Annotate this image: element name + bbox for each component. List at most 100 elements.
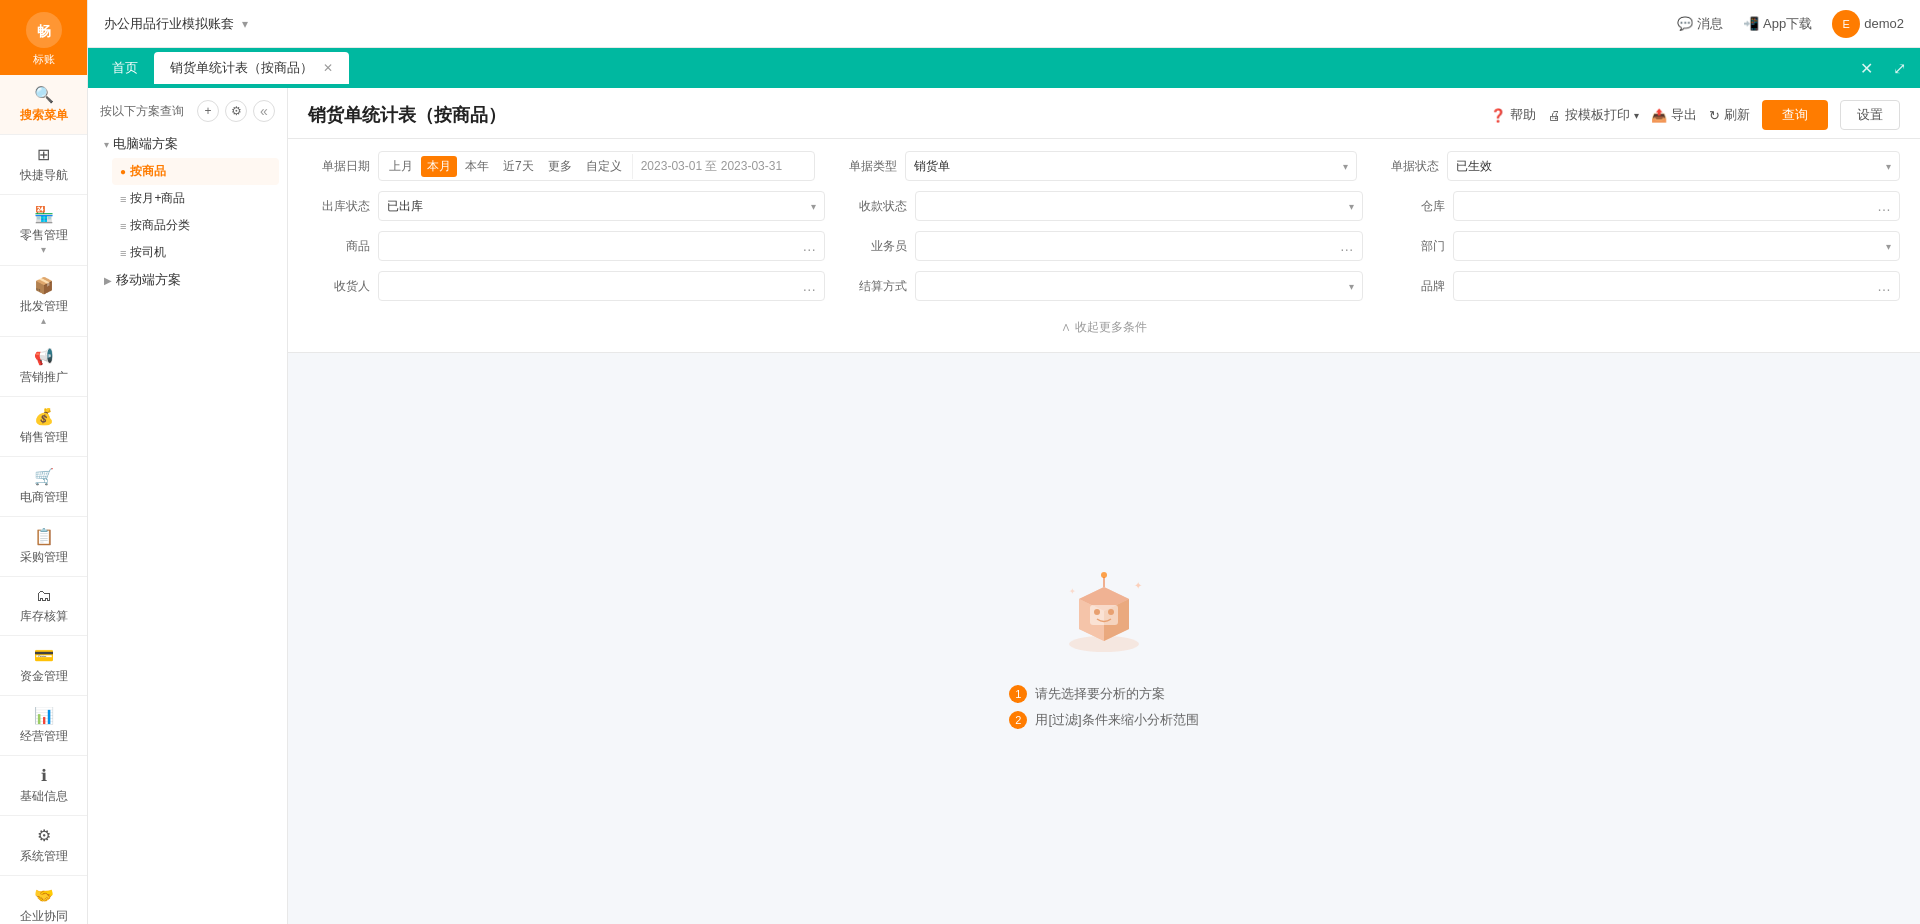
doc-status-arrow-icon: ▾ — [1886, 161, 1891, 172]
tree-section-pc[interactable]: ▾ 电脑端方案 — [96, 130, 279, 158]
tree-item-by-category[interactable]: ≡ 按商品分类 — [112, 212, 279, 239]
goods-dots-icon[interactable]: … — [802, 238, 816, 254]
settings-btn[interactable]: 设置 — [1840, 100, 1900, 130]
tree-section-mobile[interactable]: ▶ 移动端方案 — [96, 266, 279, 294]
sidebar-item-sales[interactable]: 💰 销售管理 — [0, 397, 87, 457]
goods-filter[interactable]: … — [378, 231, 825, 261]
sidebar-item-ecommerce[interactable]: 🛒 电商管理 — [0, 457, 87, 517]
receiver-filter[interactable]: … — [378, 271, 825, 301]
tree-item-by-category-label: 按商品分类 — [130, 217, 190, 234]
tree-item-by-driver[interactable]: ≡ 按司机 — [112, 239, 279, 266]
sidebar-item-cooperation[interactable]: 🤝 企业协同 — [0, 876, 87, 924]
sidebar-item-finance-label: 资金管理 — [20, 668, 68, 685]
tab-close-all-btn[interactable]: ✕ — [1854, 57, 1879, 80]
collapse-filter-btn[interactable]: ∧ 收起更多条件 — [1061, 319, 1146, 336]
workspace-arrow[interactable]: ▾ — [242, 17, 248, 31]
sidebar-item-retail[interactable]: 🏪 零售管理 ▾ — [0, 195, 87, 266]
date-tab-custom[interactable]: 自定义 — [580, 156, 628, 177]
sidebar-item-search[interactable]: 🔍 搜索菜单 — [0, 75, 87, 135]
sidebar-item-system-label: 系统管理 — [20, 848, 68, 865]
sidebar-item-wholesale[interactable]: 📦 批发管理 ▴ — [0, 266, 87, 337]
sidebar-item-system[interactable]: ⚙ 系统管理 — [0, 816, 87, 876]
doc-type-filter[interactable]: 销货单 ▾ — [905, 151, 1358, 181]
brand-filter[interactable]: … — [1453, 271, 1900, 301]
print-btn[interactable]: 🖨 按模板打印 ▾ — [1548, 106, 1639, 124]
payment-status-label: 收款状态 — [845, 198, 915, 215]
sidebar-item-operation[interactable]: 📊 经营管理 — [0, 696, 87, 756]
brand-label: 品牌 — [1383, 278, 1453, 295]
tree-item-by-month-goods[interactable]: ≡ 按月+商品 — [112, 185, 279, 212]
sidebar-logo-text: 标账 — [33, 52, 55, 67]
dept-filter[interactable]: ▾ — [1453, 231, 1900, 261]
receiver-dots-icon[interactable]: … — [802, 278, 816, 294]
tree-section-mobile-label: 移动端方案 — [116, 271, 181, 289]
left-panel: 按以下方案查询 + ⚙ « ▾ 电脑端方案 ● 按商品 ≡ — [88, 88, 288, 924]
refresh-icon: ↻ — [1709, 108, 1720, 123]
date-tab-last-month[interactable]: 上月 — [383, 156, 419, 177]
sidebar-item-cooperation-label: 企业协同 — [20, 908, 68, 924]
purchase-icon: 📋 — [34, 527, 54, 546]
out-status-filter[interactable]: 已出库 ▾ — [378, 191, 825, 221]
add-scheme-btn[interactable]: + — [197, 100, 219, 122]
help-btn[interactable]: ❓ 帮助 — [1490, 106, 1536, 124]
empty-tips: 1 请先选择要分析的方案 2 用[过滤]条件来缩小分析范围 — [1009, 685, 1198, 729]
svg-text:畅: 畅 — [37, 23, 51, 39]
salesman-filter[interactable]: … — [915, 231, 1362, 261]
tab-home[interactable]: 首页 — [96, 52, 154, 84]
settings-scheme-btn[interactable]: ⚙ — [225, 100, 247, 122]
refresh-btn[interactable]: ↻ 刷新 — [1709, 106, 1750, 124]
app-download-btn[interactable]: 📲 App下载 — [1743, 15, 1812, 33]
sidebar-item-marketing[interactable]: 📢 营销推广 — [0, 337, 87, 397]
user-profile[interactable]: E demo2 — [1832, 10, 1904, 38]
user-name: demo2 — [1864, 16, 1904, 31]
cooperation-icon: 🤝 — [34, 886, 54, 905]
date-filter[interactable]: 上月 本月 本年 近7天 更多 自定义 2023-03-01 至 2023-03… — [378, 151, 815, 181]
tab-report-label: 销货单统计表（按商品） — [170, 59, 313, 77]
payment-method-arrow-icon: ▾ — [1349, 281, 1354, 292]
message-btn[interactable]: 💬 消息 — [1677, 15, 1723, 33]
collapse-panel-btn[interactable]: « — [253, 100, 275, 122]
sidebar-item-basic[interactable]: ℹ 基础信息 — [0, 756, 87, 816]
print-label: 按模板打印 — [1565, 106, 1630, 124]
filter-row-2: 出库状态 已出库 ▾ 收款状态 ▾ 仓库 … — [308, 191, 1900, 221]
sidebar-item-wholesale-label: 批发管理 — [20, 298, 68, 315]
brand-dots-icon[interactable]: … — [1877, 278, 1891, 294]
tree-item-by-goods[interactable]: ● 按商品 — [112, 158, 279, 185]
sidebar-item-finance[interactable]: 💳 资金管理 — [0, 636, 87, 696]
warehouse-dots-icon[interactable]: … — [1877, 198, 1891, 214]
payment-status-filter[interactable]: ▾ — [915, 191, 1362, 221]
tab-close-icon[interactable]: ✕ — [323, 61, 333, 75]
collapse-row: ∧ 收起更多条件 — [308, 311, 1900, 340]
payment-method-filter[interactable]: ▾ — [915, 271, 1362, 301]
right-panel: 销货单统计表（按商品） ❓ 帮助 🖨 按模板打印 ▾ 📤 导出 — [288, 88, 1920, 924]
workspace-name[interactable]: 办公用品行业模拟账套 — [104, 15, 234, 33]
sidebar-logo[interactable]: 畅 标账 — [0, 0, 87, 75]
warehouse-filter[interactable]: … — [1453, 191, 1900, 221]
sidebar-item-nav[interactable]: ⊞ 快捷导航 — [0, 135, 87, 195]
tab-expand-btn[interactable]: ⤢ — [1887, 57, 1912, 80]
tree-item-by-month-goods-label: 按月+商品 — [130, 190, 185, 207]
query-btn[interactable]: 查询 — [1762, 100, 1828, 130]
tree-expand-icon: ▾ — [104, 139, 109, 150]
sidebar-item-purchase[interactable]: 📋 采购管理 — [0, 517, 87, 577]
tree-active-icon: ● — [120, 166, 126, 177]
sidebar-item-operation-label: 经营管理 — [20, 728, 68, 745]
date-tab-more[interactable]: 更多 — [542, 156, 578, 177]
doc-status-filter[interactable]: 已生效 ▾ — [1447, 151, 1900, 181]
tab-home-label: 首页 — [112, 59, 138, 77]
salesman-dots-icon[interactable]: … — [1340, 238, 1354, 254]
tree-children-pc: ● 按商品 ≡ 按月+商品 ≡ 按商品分类 ≡ 按司机 — [96, 158, 279, 266]
panel-actions: 按以下方案查询 + ⚙ « — [88, 100, 287, 130]
export-btn[interactable]: 📤 导出 — [1651, 106, 1697, 124]
system-icon: ⚙ — [37, 826, 51, 845]
sidebar-item-inventory[interactable]: 🗂 库存核算 — [0, 577, 87, 636]
date-tab-7days[interactable]: 近7天 — [497, 156, 540, 177]
inventory-icon: 🗂 — [36, 587, 52, 605]
empty-illustration: ✦ ✦ — [1044, 549, 1164, 669]
tab-report[interactable]: 销货单统计表（按商品） ✕ — [154, 52, 349, 84]
sidebar-item-ecommerce-label: 电商管理 — [20, 489, 68, 506]
date-tab-this-year[interactable]: 本年 — [459, 156, 495, 177]
date-tab-this-month[interactable]: 本月 — [421, 156, 457, 177]
out-status-arrow-icon: ▾ — [811, 201, 816, 212]
svg-point-8 — [1094, 609, 1100, 615]
